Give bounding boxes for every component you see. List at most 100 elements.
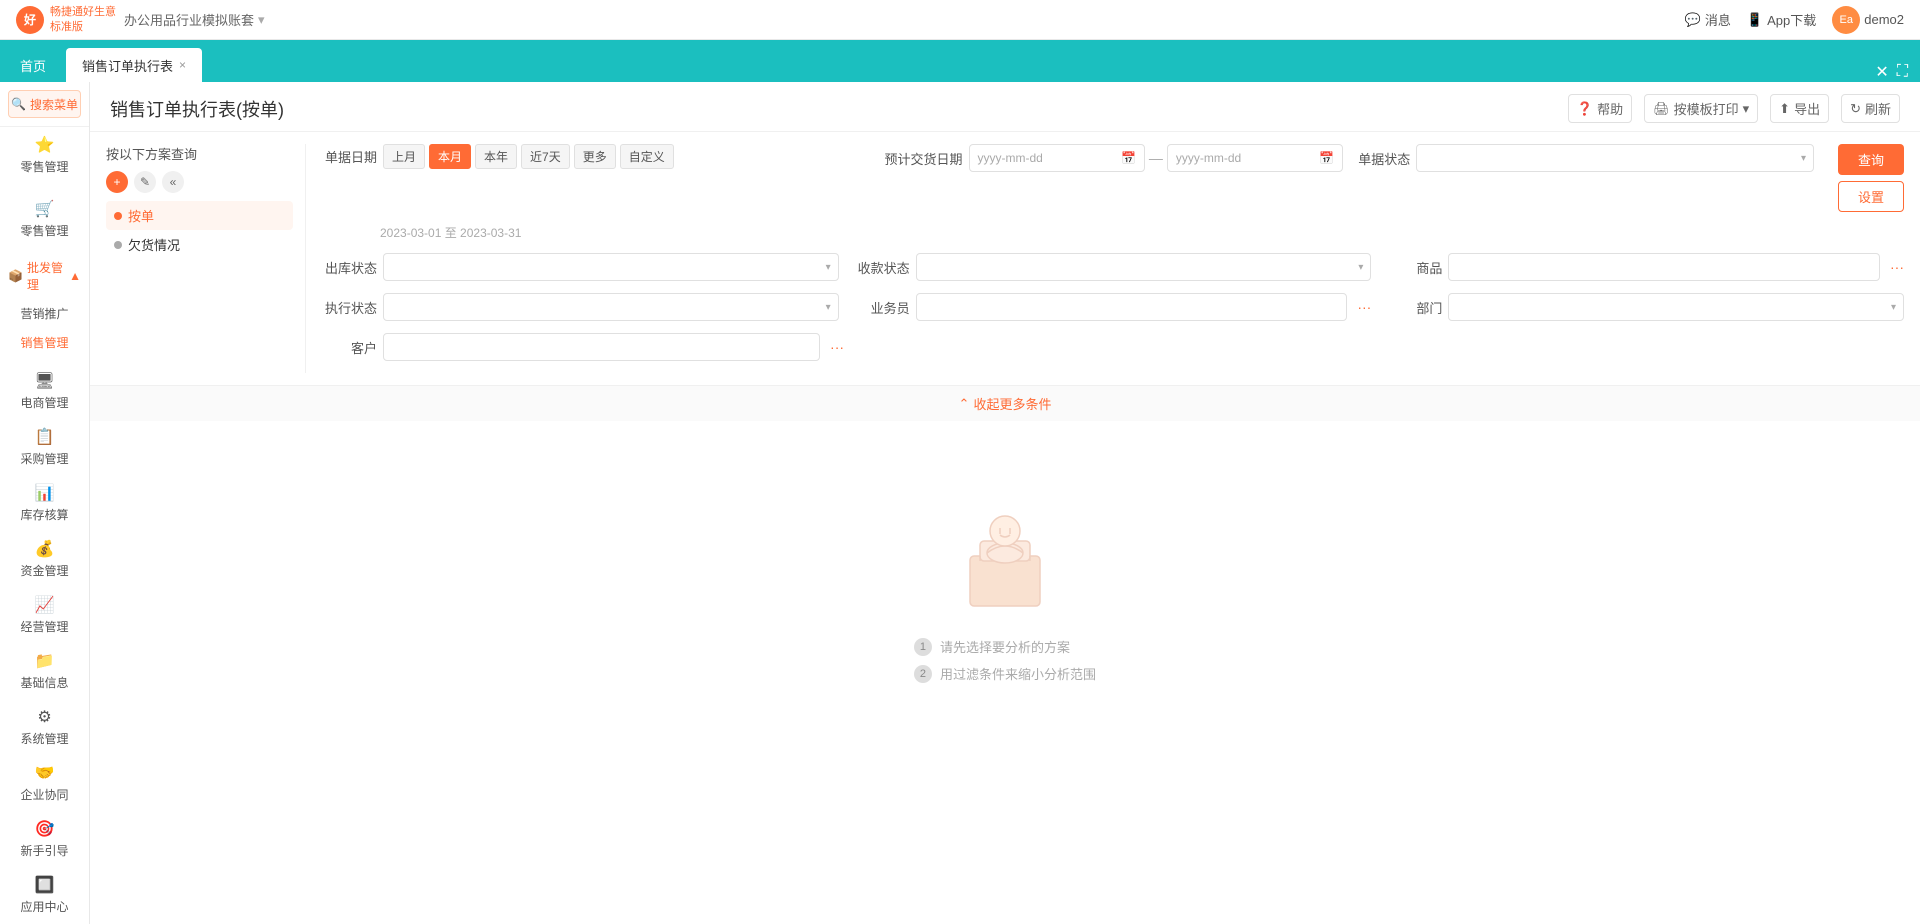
filter-left: 按以下方案查询 + ✎ « 按单 欠货情况	[106, 144, 306, 373]
salesperson-more-icon[interactable]: ···	[1357, 299, 1371, 315]
query-button[interactable]: 查询	[1838, 144, 1904, 175]
help-button[interactable]: ❓ 帮助	[1568, 94, 1632, 123]
department-label: 部门	[1387, 298, 1442, 317]
top-bar: 好 畅捷通好生意 标准版 办公用品行业模拟账套 ▾ 💬 消息 📱 App下载 E…	[0, 0, 1920, 40]
print-button-group: 🖨 按模板打印 ▾	[1644, 94, 1758, 123]
filter-add-button[interactable]: +	[106, 171, 128, 193]
wholesale-arrow-icon: ▲	[69, 269, 81, 283]
page-title: 销售订单执行表(按单)	[110, 96, 284, 122]
logo-icon: 好	[16, 6, 44, 34]
expected-date-start-input[interactable]: yyyy-mm-dd 📅	[969, 144, 1145, 172]
tab-sales-order[interactable]: 销售订单执行表 ×	[66, 48, 202, 82]
date-btn-this-year[interactable]: 本年	[475, 144, 517, 169]
date-btn-custom[interactable]: 自定义	[620, 144, 674, 169]
close-window-icon[interactable]: ✕	[1875, 62, 1888, 82]
filter-left-title: 按以下方案查询	[106, 144, 293, 163]
top-bar-title: 办公用品行业模拟账套 ▾	[124, 10, 265, 29]
date-btn-this-month[interactable]: 本月	[429, 144, 471, 169]
print-icon: 🖨	[1653, 101, 1670, 117]
sidebar: 🔍 搜索菜单 ⭐ 零售管理 🛒 零售管理 📦 批发管理 ▲ 营销推广 销售管理	[0, 82, 90, 924]
order-status-label: 单据状态	[1355, 149, 1410, 168]
exec-status-select-wrap: ▾	[383, 293, 839, 321]
customer-input[interactable]	[383, 333, 820, 361]
tip-2-number: 2	[914, 665, 932, 683]
title-dropdown-icon[interactable]: ▾	[258, 12, 265, 28]
content-inner: 销售订单执行表(按单) ❓ 帮助 🖨 按模板打印 ▾ ⬆	[90, 82, 1920, 924]
maximize-window-icon[interactable]: ⛶	[1897, 63, 1908, 81]
filter-list-item-欠货情况[interactable]: 欠货情况	[106, 230, 293, 259]
tab-close-icon[interactable]: ×	[179, 58, 186, 72]
filter-row-4: 客户 ···	[322, 333, 1904, 361]
app-download-button[interactable]: 📱 App下载	[1747, 10, 1816, 29]
sidebar-item-quick-nav[interactable]: ⭐ 零售管理	[0, 127, 89, 183]
empty-illustration	[945, 501, 1065, 621]
filter-collapse-button[interactable]: «	[162, 171, 184, 193]
filter-list-item-按单[interactable]: 按单	[106, 201, 293, 230]
sidebar-item-retail[interactable]: 🛒 零售管理	[0, 191, 89, 247]
message-icon: 💬	[1685, 12, 1701, 28]
sidebar-sub-item-marketing[interactable]: 营销推广	[0, 299, 89, 328]
salesperson-label: 业务员	[855, 298, 910, 317]
sidebar-group-wholesale-title[interactable]: 📦 批发管理 ▲	[0, 253, 89, 299]
sidebar-item-inventory[interactable]: 📊 库存核算	[0, 475, 89, 531]
expected-date-label: 预计交货日期	[885, 149, 963, 168]
receipt-status-label: 收款状态	[855, 258, 910, 277]
sidebar-item-finance[interactable]: 💰 资金管理	[0, 531, 89, 587]
department-select-wrap: ▾	[1448, 293, 1904, 321]
purchase-icon: 📋	[35, 427, 55, 447]
shipment-status-label: 出库状态	[322, 258, 377, 277]
customer-more-icon[interactable]: ···	[830, 339, 844, 355]
filter-left-actions: + ✎ «	[106, 171, 293, 193]
collapse-bar[interactable]: ⌃ 收起更多条件	[90, 385, 1920, 421]
inventory-icon: 📊	[35, 483, 55, 503]
tab-home[interactable]: 首页	[4, 48, 62, 82]
date-btn-last-month[interactable]: 上月	[383, 144, 425, 169]
search-menu-button[interactable]: 🔍 搜索菜单	[8, 90, 81, 118]
shipment-status-select[interactable]	[383, 253, 839, 281]
page-header: 销售订单执行表(按单) ❓ 帮助 🖨 按模板打印 ▾ ⬆	[90, 82, 1920, 132]
exec-status-select[interactable]	[383, 293, 839, 321]
help-icon: ❓	[1577, 101, 1593, 117]
export-icon: ⬆	[1779, 101, 1790, 117]
order-date-label: 单据日期	[322, 147, 377, 166]
sidebar-item-system[interactable]: ⚙ 系统管理	[0, 699, 89, 755]
filter-edit-button[interactable]: ✎	[134, 171, 156, 193]
order-status-select[interactable]	[1416, 144, 1814, 172]
tab-sales-order-label: 销售订单执行表	[82, 56, 173, 75]
nav-tabs: 首页 销售订单执行表 × ✕ ⛶	[0, 40, 1920, 82]
avatar: Ea	[1832, 6, 1860, 34]
sidebar-item-enterprise[interactable]: 🤝 企业协同	[0, 755, 89, 811]
user-profile[interactable]: Ea demo2	[1832, 6, 1904, 34]
sidebar-item-apps[interactable]: 🔲 应用中心	[0, 867, 89, 923]
expected-date-end-input[interactable]: yyyy-mm-dd 📅	[1167, 144, 1343, 172]
sidebar-item-operation[interactable]: 📈 经营管理	[0, 587, 89, 643]
refresh-icon: ↻	[1850, 101, 1861, 117]
print-dropdown-icon[interactable]: ▾	[1743, 101, 1750, 117]
print-button[interactable]: 🖨 按模板打印 ▾	[1644, 94, 1758, 123]
filter-row-2: 出库状态 ▾ 收款状态 ▾	[322, 253, 1904, 281]
empty-tips: 1 请先选择要分析的方案 2 用过滤条件来缩小分析范围	[914, 637, 1096, 683]
salesperson-input[interactable]	[916, 293, 1348, 321]
export-button[interactable]: ⬆ 导出	[1770, 94, 1829, 123]
exec-status-label: 执行状态	[322, 298, 377, 317]
app-icon: 📱	[1747, 12, 1763, 28]
sidebar-item-basic[interactable]: 📁 基础信息	[0, 643, 89, 699]
newbie-icon: 🎯	[35, 819, 55, 839]
refresh-button[interactable]: ↻ 刷新	[1841, 94, 1900, 123]
sidebar-item-newbie[interactable]: 🎯 新手引导	[0, 811, 89, 867]
goods-input[interactable]	[1448, 253, 1880, 281]
sidebar-sub-item-sales[interactable]: 销售管理	[0, 328, 89, 357]
empty-state: 1 请先选择要分析的方案 2 用过滤条件来缩小分析范围	[90, 421, 1920, 763]
settings-button[interactable]: 设置	[1838, 181, 1904, 212]
date-btn-last-7days[interactable]: 近7天	[521, 144, 570, 169]
filter-right: 单据日期 上月 本月 本年 近7天 更多 自定义 预计交货日期	[306, 144, 1904, 373]
department-select[interactable]	[1448, 293, 1904, 321]
goods-more-icon[interactable]: ···	[1890, 259, 1904, 275]
date-btn-more[interactable]: 更多	[574, 144, 616, 169]
sidebar-item-purchase[interactable]: 📋 采购管理	[0, 419, 89, 475]
receipt-status-select[interactable]	[916, 253, 1372, 281]
message-button[interactable]: 💬 消息	[1685, 10, 1731, 29]
receipt-status-select-wrap: ▾	[916, 253, 1372, 281]
ecommerce-icon: 🖥	[34, 371, 54, 391]
sidebar-item-ecommerce[interactable]: 🖥 电商管理	[0, 363, 89, 419]
